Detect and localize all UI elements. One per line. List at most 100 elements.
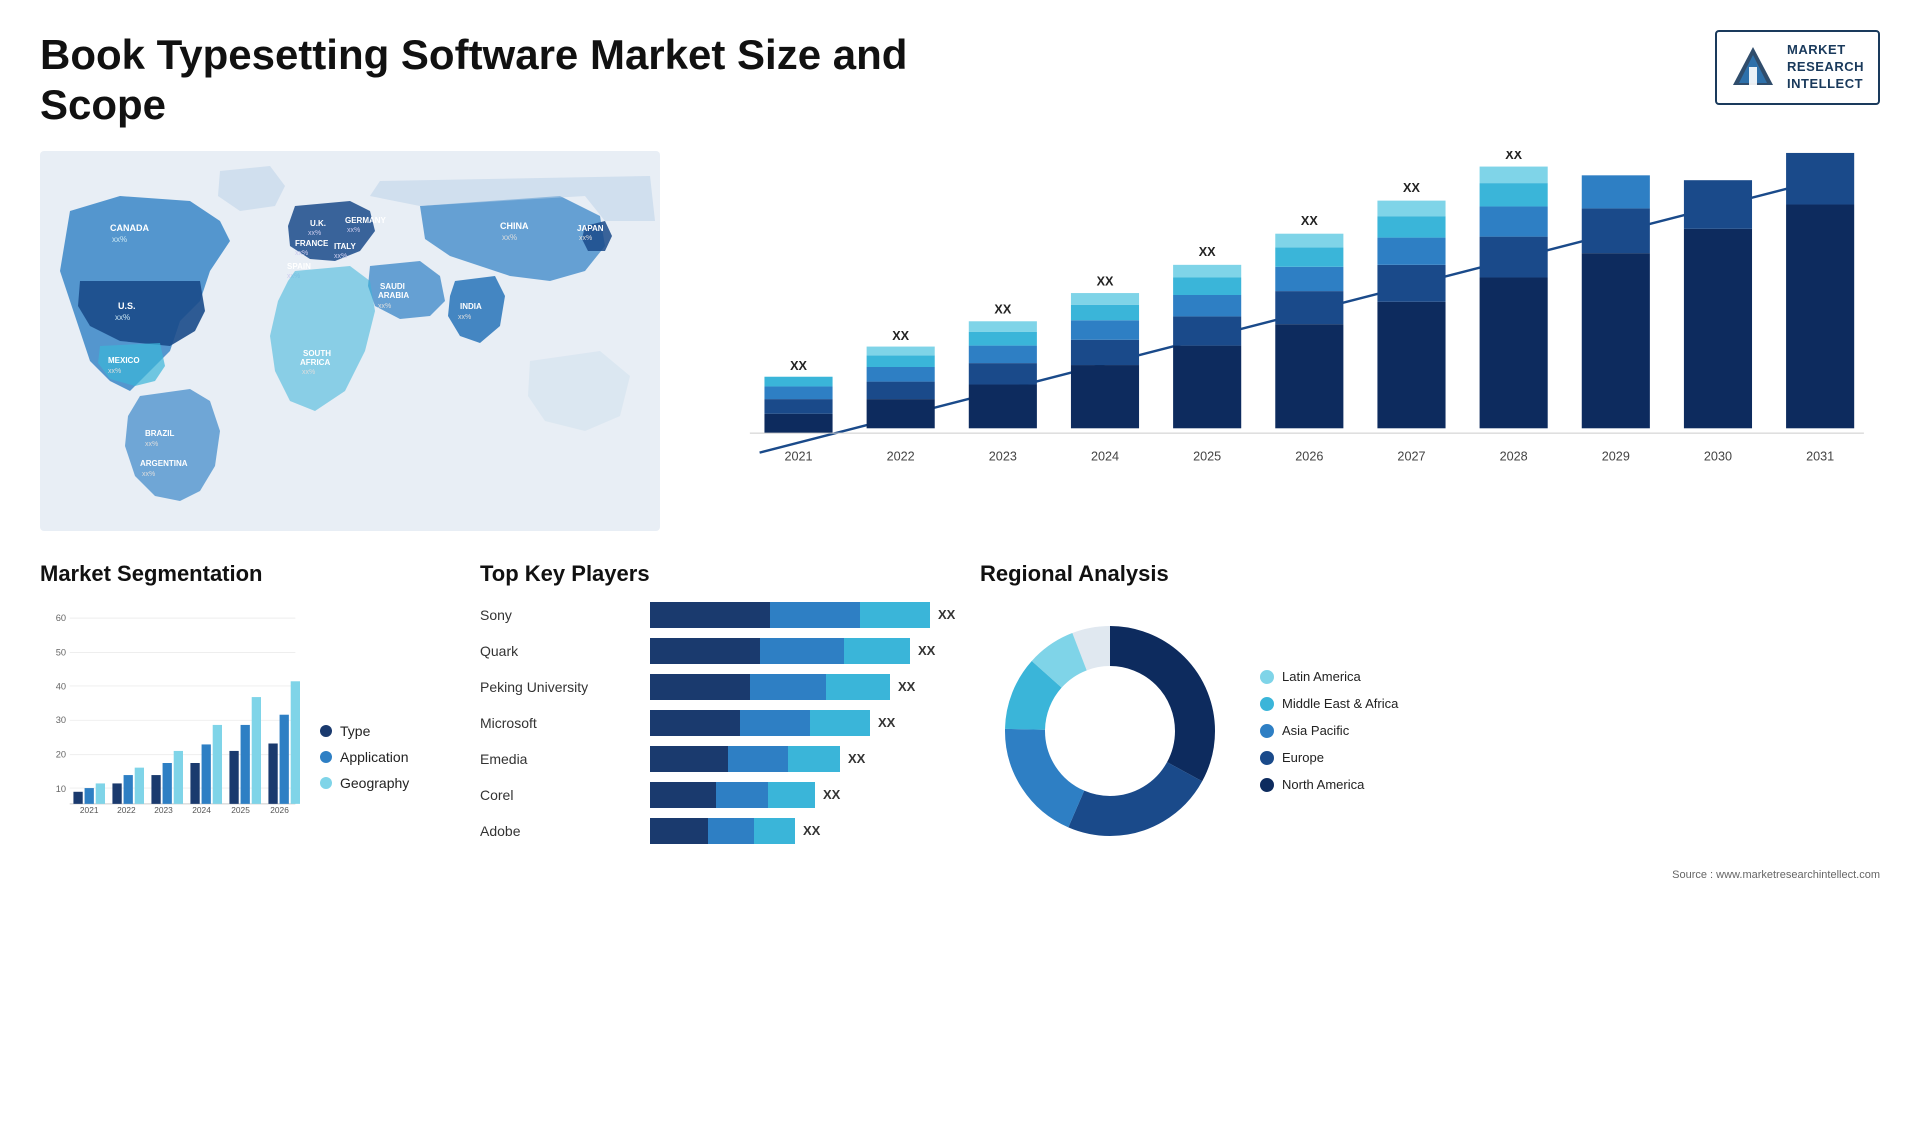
application-dot <box>320 751 332 763</box>
svg-text:xx%: xx% <box>579 235 592 242</box>
player-xx: XX <box>918 643 935 658</box>
asia-pacific-dot <box>1260 724 1274 738</box>
player-xx: XX <box>898 679 915 694</box>
player-xx: XX <box>878 715 895 730</box>
svg-text:XX: XX <box>790 359 807 373</box>
legend-latin-america: Latin America <box>1260 669 1398 684</box>
players-title: Top Key Players <box>480 561 960 587</box>
france-label: FRANCE <box>295 239 329 248</box>
svg-text:40: 40 <box>56 681 66 691</box>
type-label: Type <box>340 723 370 739</box>
spain-label: SPAIN <box>287 262 311 271</box>
player-bar-container: XX <box>650 601 960 629</box>
bar-chart-section: XX 2021 XX 2022 XX 2023 XX 20 <box>690 151 1880 531</box>
player-name: Emedia <box>480 751 640 767</box>
player-rows: Sony XX Quark <box>480 601 960 845</box>
europe-label: Europe <box>1282 750 1324 765</box>
legend-asia-pacific: Asia Pacific <box>1260 723 1398 738</box>
legend-geography: Geography <box>320 775 409 791</box>
donut-chart-svg <box>980 601 1240 861</box>
logo-icon <box>1731 45 1775 89</box>
geography-label: Geography <box>340 775 409 791</box>
player-row: Emedia XX <box>480 745 960 773</box>
svg-text:2023: 2023 <box>989 449 1017 463</box>
player-row: Microsoft XX <box>480 709 960 737</box>
svg-text:2030: 2030 <box>1704 449 1732 463</box>
svg-text:2029: 2029 <box>1602 449 1630 463</box>
svg-text:10: 10 <box>56 784 66 794</box>
seg-legend: Type Application Geography <box>320 723 409 821</box>
regional-section: Regional Analysis <box>980 561 1880 881</box>
source-text: Source : www.marketresearchintellect.com <box>980 869 1880 881</box>
svg-text:xx%: xx% <box>145 441 158 448</box>
canada-label: CANADA <box>110 223 149 233</box>
svg-text:2025: 2025 <box>231 805 250 815</box>
svg-text:xx%: xx% <box>458 314 471 321</box>
player-row: Adobe XX <box>480 817 960 845</box>
svg-text:2027: 2027 <box>1397 449 1425 463</box>
svg-text:2022: 2022 <box>117 805 136 815</box>
top-section: CANADA xx% U.S. xx% MEXICO xx% BRAZIL xx… <box>40 151 1880 531</box>
segmentation-title: Market Segmentation <box>40 561 460 587</box>
us-label: U.S. <box>118 301 136 311</box>
svg-text:XX: XX <box>1097 274 1114 288</box>
north-america-label: North America <box>1282 777 1364 792</box>
svg-text:XX: XX <box>1505 151 1522 162</box>
type-dot <box>320 725 332 737</box>
page-title: Book Typesetting Software Market Size an… <box>40 30 940 131</box>
player-name: Adobe <box>480 823 640 839</box>
europe-dot <box>1260 751 1274 765</box>
svg-text:AFRICA: AFRICA <box>300 358 330 367</box>
svg-text:xx%: xx% <box>142 471 155 478</box>
south-africa-label: SOUTH <box>303 349 331 358</box>
player-xx: XX <box>803 823 820 838</box>
player-row: Sony XX <box>480 601 960 629</box>
svg-text:2023: 2023 <box>154 805 173 815</box>
player-xx: XX <box>938 607 955 622</box>
svg-text:xx%: xx% <box>334 253 347 260</box>
latin-america-label: Latin America <box>1282 669 1361 684</box>
world-map-svg: CANADA xx% U.S. xx% MEXICO xx% BRAZIL xx… <box>40 151 660 531</box>
argentina-label: ARGENTINA <box>140 459 188 468</box>
svg-text:20: 20 <box>56 749 66 759</box>
legend-europe: Europe <box>1260 750 1398 765</box>
latin-america-dot <box>1260 670 1274 684</box>
svg-text:2031: 2031 <box>1806 449 1834 463</box>
svg-text:xx%: xx% <box>308 230 321 237</box>
svg-text:xx%: xx% <box>302 369 315 376</box>
bottom-section: Market Segmentation 60 50 40 30 20 10 <box>40 561 1880 881</box>
player-name: Peking University <box>480 679 640 695</box>
player-bar-container: XX <box>650 781 960 809</box>
segmentation-chart-container: 60 50 40 30 20 10 2021 <box>40 601 460 821</box>
brazil-label: BRAZIL <box>145 429 174 438</box>
player-bar-container: XX <box>650 673 960 701</box>
svg-text:xx%: xx% <box>108 368 121 375</box>
player-bar-container: XX <box>650 817 960 845</box>
svg-text:2026: 2026 <box>270 805 289 815</box>
india-label: INDIA <box>460 302 482 311</box>
svg-text:XX: XX <box>1301 214 1318 228</box>
growth-chart-svg: XX 2021 XX 2022 XX 2023 XX 20 <box>690 151 1880 511</box>
china-label: CHINA <box>500 221 529 231</box>
logo-text: MARKET RESEARCH INTELLECT <box>1787 42 1864 93</box>
uk-label: U.K. <box>310 219 326 228</box>
application-label: Application <box>340 749 409 765</box>
player-name: Corel <box>480 787 640 803</box>
segmentation-section: Market Segmentation 60 50 40 30 20 10 <box>40 561 460 881</box>
geography-dot <box>320 777 332 789</box>
legend-type: Type <box>320 723 409 739</box>
svg-text:XX: XX <box>1403 181 1420 195</box>
player-row: Corel XX <box>480 781 960 809</box>
svg-text:2026: 2026 <box>1295 449 1323 463</box>
svg-text:XX: XX <box>994 302 1011 316</box>
players-section: Top Key Players Sony XX Quark <box>480 561 960 881</box>
svg-text:xx%: xx% <box>347 227 360 234</box>
svg-text:2021: 2021 <box>784 449 812 463</box>
svg-text:2024: 2024 <box>1091 449 1119 463</box>
svg-text:30: 30 <box>56 715 66 725</box>
map-section: CANADA xx% U.S. xx% MEXICO xx% BRAZIL xx… <box>40 151 660 531</box>
regional-title: Regional Analysis <box>980 561 1880 587</box>
saudi-label: SAUDI <box>380 282 405 291</box>
legend-north-america: North America <box>1260 777 1398 792</box>
north-america-dot <box>1260 778 1274 792</box>
